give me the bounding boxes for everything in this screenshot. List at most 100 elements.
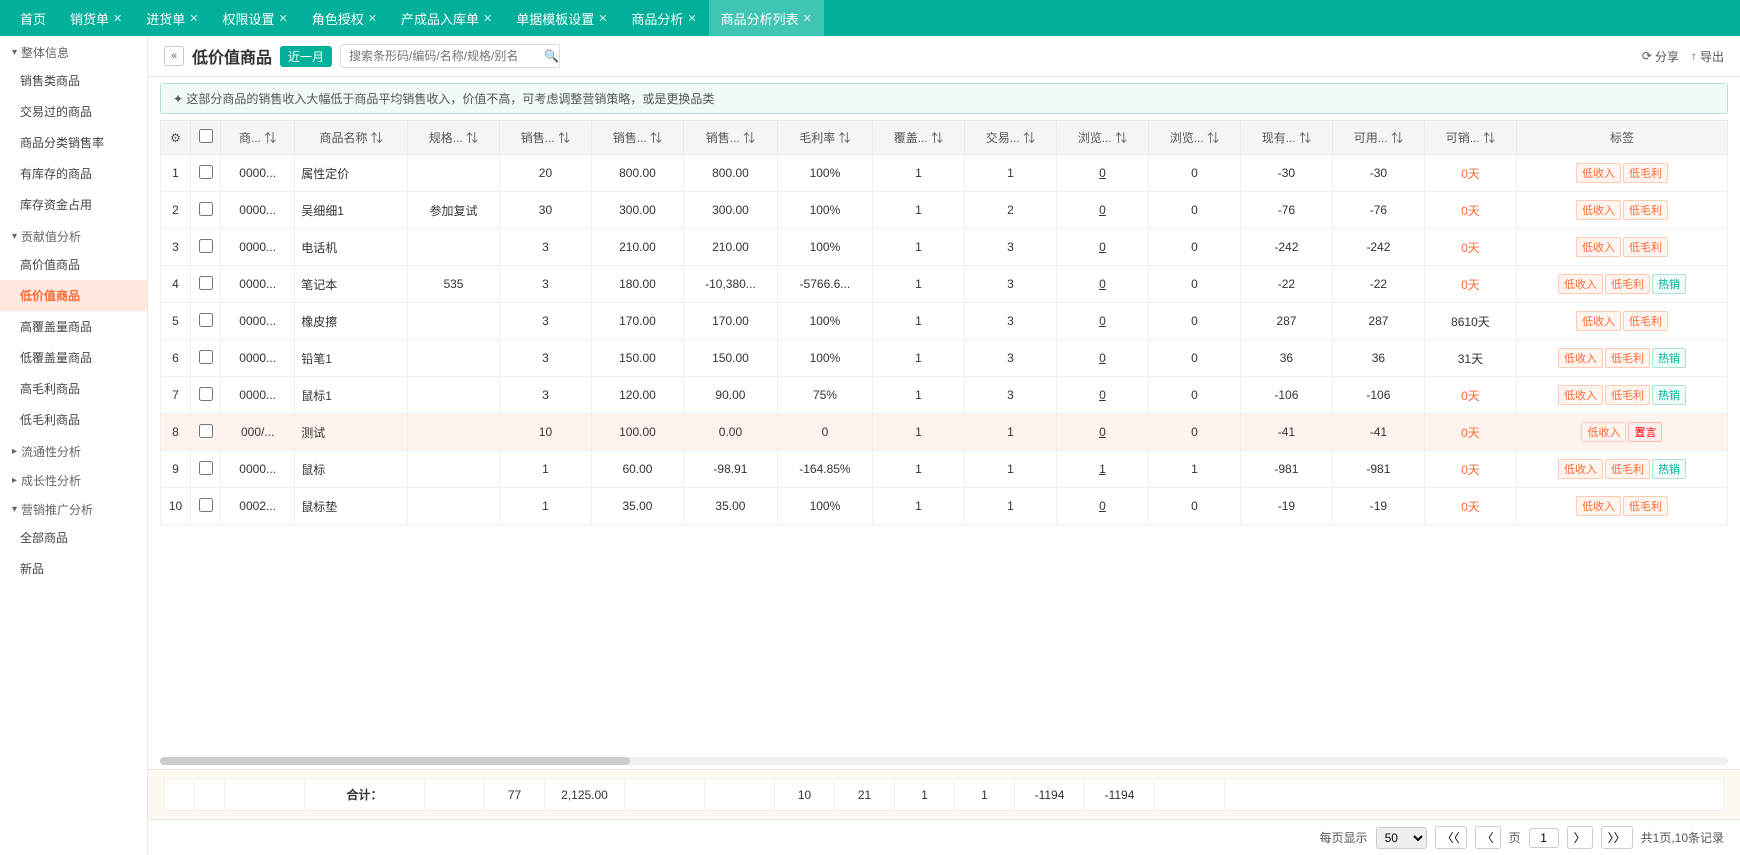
- share-button[interactable]: ⟳ 分享: [1642, 48, 1679, 65]
- col-sale-amount[interactable]: 销售... ⇅: [591, 121, 683, 155]
- export-button[interactable]: ↑ 导出: [1691, 48, 1724, 65]
- nav-template-close[interactable]: ✕: [598, 12, 607, 25]
- nav-template[interactable]: 单据模板设置 ✕: [504, 0, 619, 36]
- row-browse1[interactable]: 0: [1056, 303, 1148, 340]
- nav-home[interactable]: 首页: [8, 0, 58, 36]
- page-input[interactable]: [1529, 828, 1559, 848]
- nav-sales-close[interactable]: ✕: [113, 12, 122, 25]
- col-coverage[interactable]: 覆盖... ⇅: [872, 121, 964, 155]
- first-page-button[interactable]: 〈〈: [1435, 826, 1467, 849]
- col-settings[interactable]: ⚙: [161, 121, 191, 155]
- nav-role-close[interactable]: ✕: [368, 12, 377, 25]
- nav-inventory[interactable]: 产成品入库单 ✕: [389, 0, 504, 36]
- row-checkbox[interactable]: [199, 461, 213, 475]
- col-saleable[interactable]: 可销... ⇅: [1424, 121, 1516, 155]
- tag-badge: 低收入: [1576, 311, 1621, 331]
- col-name[interactable]: 商品名称 ⇅: [295, 121, 408, 155]
- sort-icon: ⇅: [1115, 131, 1127, 145]
- row-browse1[interactable]: 0: [1056, 340, 1148, 377]
- row-trade: 3: [964, 340, 1056, 377]
- sidebar-group-contribution[interactable]: ▾ 贡献值分析: [0, 220, 147, 249]
- row-browse1[interactable]: 0: [1056, 229, 1148, 266]
- horizontal-scrollbar[interactable]: [160, 757, 1728, 765]
- row-browse1[interactable]: 0: [1056, 377, 1148, 414]
- col-spec[interactable]: 规格... ⇅: [407, 121, 499, 155]
- nav-analysis-list[interactable]: 商品分析列表 ✕: [709, 0, 824, 36]
- date-range-tag[interactable]: 近一月: [280, 46, 332, 67]
- col-gross-margin[interactable]: 毛利率 ⇅: [777, 121, 872, 155]
- sidebar-group-marketing[interactable]: ▾ 营销推广分析: [0, 493, 147, 522]
- col-trade[interactable]: 交易... ⇅: [964, 121, 1056, 155]
- row-spec: [407, 340, 499, 377]
- collapse-button[interactable]: «: [164, 46, 184, 66]
- row-checkbox[interactable]: [199, 276, 213, 290]
- next-page-button[interactable]: 〉: [1567, 826, 1593, 849]
- row-browse1[interactable]: 0: [1056, 266, 1148, 303]
- sidebar-item-all-goods[interactable]: 全部商品: [0, 522, 147, 553]
- sort-icon: ⇅: [1023, 131, 1035, 145]
- nav-purchase-close[interactable]: ✕: [189, 12, 198, 25]
- search-icon[interactable]: 🔍: [544, 49, 559, 63]
- sidebar-group-overview[interactable]: ▾ 整体信息: [0, 36, 147, 65]
- sidebar-item-traded-goods[interactable]: 交易过的商品: [0, 96, 147, 127]
- last-page-button[interactable]: 〉〉: [1601, 826, 1633, 849]
- page-size-select[interactable]: 50 100 200: [1376, 827, 1427, 849]
- row-browse1[interactable]: 0: [1056, 155, 1148, 192]
- sidebar-item-low-value[interactable]: 低价值商品: [0, 280, 147, 311]
- row-coverage: 1: [872, 229, 964, 266]
- search-input[interactable]: [340, 44, 560, 68]
- row-browse1[interactable]: 0: [1056, 414, 1148, 451]
- sidebar-item-stock-goods[interactable]: 有库存的商品: [0, 158, 147, 189]
- col-sale-profit[interactable]: 销售... ⇅: [683, 121, 777, 155]
- row-checkbox[interactable]: [199, 165, 213, 179]
- col-browse1[interactable]: 浏览... ⇅: [1056, 121, 1148, 155]
- row-available: -242: [1332, 229, 1424, 266]
- sidebar-item-low-profit[interactable]: 低毛利商品: [0, 404, 147, 435]
- total-stock: -1194: [1015, 779, 1085, 811]
- scroll-thumb[interactable]: [160, 757, 630, 765]
- sidebar-item-sales-goods[interactable]: 销售类商品: [0, 65, 147, 96]
- sidebar-item-capital[interactable]: 库存资金占用: [0, 189, 147, 220]
- sidebar-item-new-goods[interactable]: 新品: [0, 553, 147, 584]
- row-checkbox[interactable]: [199, 424, 213, 438]
- nav-inventory-close[interactable]: ✕: [483, 12, 492, 25]
- nav-analysis-close[interactable]: ✕: [687, 12, 696, 25]
- tag-badge: 低收入: [1558, 348, 1603, 368]
- sidebar-item-low-coverage[interactable]: 低覆盖量商品: [0, 342, 147, 373]
- row-checkbox[interactable]: [199, 498, 213, 512]
- row-checkbox[interactable]: [199, 350, 213, 364]
- sidebar-item-category-rate[interactable]: 商品分类销售率: [0, 127, 147, 158]
- nav-analysis-list-close[interactable]: ✕: [803, 12, 812, 25]
- sidebar-item-high-value[interactable]: 高价值商品: [0, 249, 147, 280]
- col-available[interactable]: 可用... ⇅: [1332, 121, 1424, 155]
- nav-analysis[interactable]: 商品分析 ✕: [619, 0, 708, 36]
- nav-purchase[interactable]: 进货单 ✕: [134, 0, 210, 36]
- col-code[interactable]: 商... ⇅: [221, 121, 295, 155]
- row-browse1[interactable]: 0: [1056, 488, 1148, 525]
- sidebar-item-high-profit[interactable]: 高毛利商品: [0, 373, 147, 404]
- row-checkbox[interactable]: [199, 387, 213, 401]
- row-checkbox[interactable]: [199, 202, 213, 216]
- col-sale-qty[interactable]: 销售... ⇅: [499, 121, 591, 155]
- col-browse2[interactable]: 浏览... ⇅: [1148, 121, 1240, 155]
- prev-page-button[interactable]: 〈: [1475, 826, 1501, 849]
- nav-role[interactable]: 角色授权 ✕: [300, 0, 389, 36]
- row-checkbox[interactable]: [199, 313, 213, 327]
- sort-icon: ⇅: [371, 131, 383, 145]
- row-checkbox[interactable]: [199, 239, 213, 253]
- nav-permission[interactable]: 权限设置 ✕: [210, 0, 299, 36]
- row-tags: 低收入低毛利: [1516, 155, 1727, 192]
- nav-sales[interactable]: 销货单 ✕: [58, 0, 134, 36]
- row-saleable: 0天: [1424, 155, 1516, 192]
- sidebar-group-growth[interactable]: ▸ 成长性分析: [0, 464, 147, 493]
- sidebar-group-circulation[interactable]: ▸ 流通性分析: [0, 435, 147, 464]
- col-current-stock[interactable]: 现有... ⇅: [1240, 121, 1332, 155]
- row-trade: 1: [964, 414, 1056, 451]
- row-coverage: 1: [872, 266, 964, 303]
- sidebar-item-high-coverage[interactable]: 高覆盖量商品: [0, 311, 147, 342]
- nav-permission-close[interactable]: ✕: [279, 12, 288, 25]
- row-browse1[interactable]: 0: [1056, 192, 1148, 229]
- select-all-checkbox[interactable]: [199, 129, 213, 143]
- row-browse1[interactable]: 1: [1056, 451, 1148, 488]
- settings-icon[interactable]: ⚙: [170, 131, 181, 145]
